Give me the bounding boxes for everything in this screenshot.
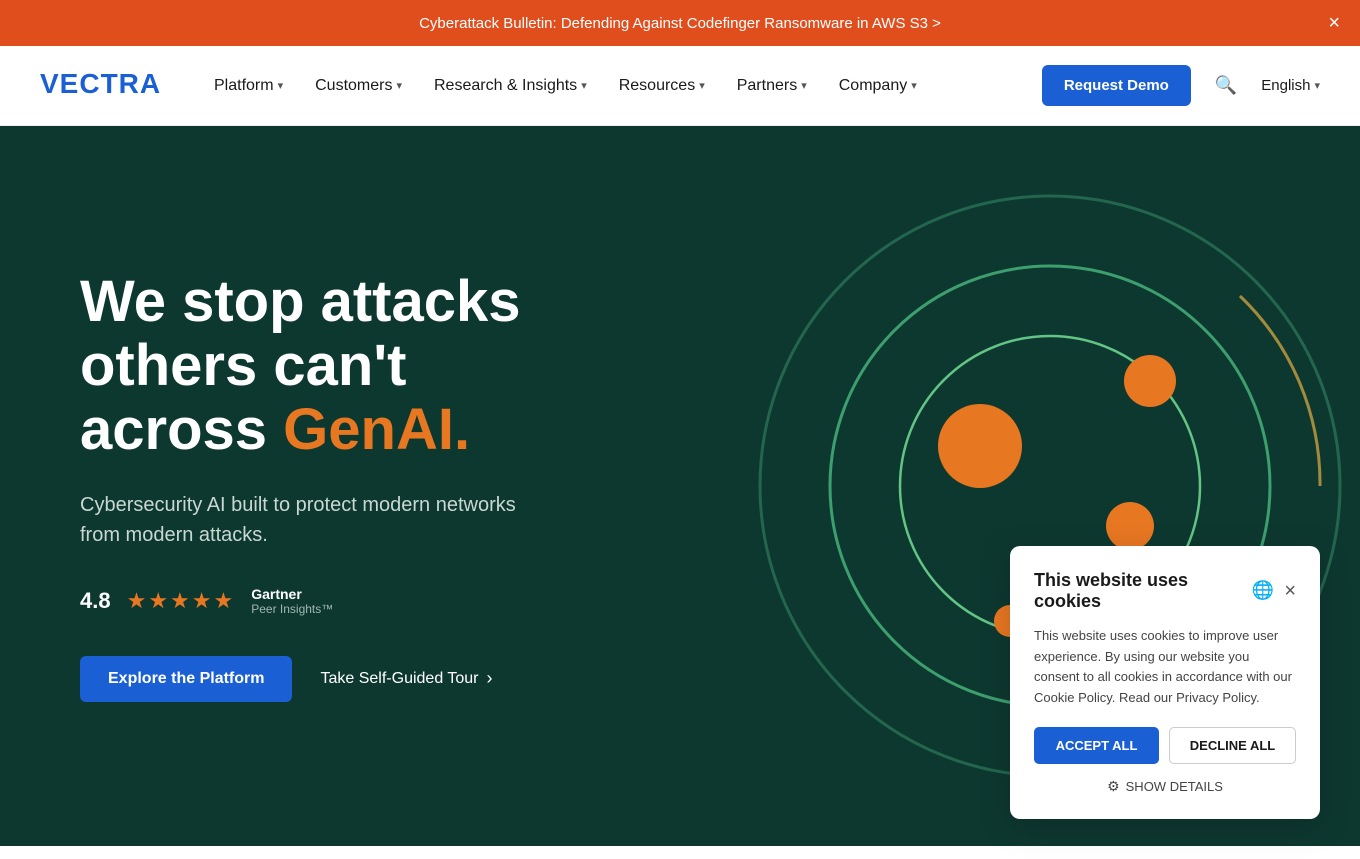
rating-row: 4.8 ★★★★★ Gartner Peer Insights™ xyxy=(80,586,560,616)
chevron-down-icon: ▾ xyxy=(801,79,807,92)
gartner-block: Gartner Peer Insights™ xyxy=(251,586,333,616)
cookie-title: This website uses cookies xyxy=(1034,570,1252,612)
svg-text:VECTRA: VECTRA xyxy=(40,68,160,99)
language-label: English xyxy=(1261,77,1310,94)
hero-subtitle: Cybersecurity AI built to protect modern… xyxy=(80,490,560,550)
accept-all-button[interactable]: ACCEPT ALL xyxy=(1034,727,1159,764)
hero-title-line1: We stop attacks xyxy=(80,269,521,334)
nav-customers-label: Customers xyxy=(315,77,392,95)
cta-row: Explore the Platform Take Self-Guided To… xyxy=(80,656,560,702)
banner-close-button[interactable]: × xyxy=(1328,13,1340,33)
show-details-label: SHOW DETAILS xyxy=(1126,779,1223,794)
request-demo-button[interactable]: Request Demo xyxy=(1042,65,1191,106)
chevron-down-icon: ▾ xyxy=(581,79,587,92)
nav-partners-label: Partners xyxy=(737,77,797,95)
nav-item-research[interactable]: Research & Insights ▾ xyxy=(420,69,601,103)
arrow-right-icon: › xyxy=(487,668,493,689)
hero-title-line2: others can't xyxy=(80,333,406,398)
tour-link-label: Take Self-Guided Tour xyxy=(320,670,478,688)
cookie-header: This website uses cookies 🌐 × xyxy=(1034,570,1296,612)
nav-right: Request Demo 🔍 English ▾ xyxy=(1042,65,1320,106)
navbar: VECTRA Platform ▾ Customers ▾ Research &… xyxy=(0,46,1360,126)
decline-all-button[interactable]: DECLINE ALL xyxy=(1169,727,1296,764)
cookie-banner: This website uses cookies 🌐 × This websi… xyxy=(1010,546,1320,819)
language-selector[interactable]: English ▾ xyxy=(1261,77,1320,94)
explore-platform-button[interactable]: Explore the Platform xyxy=(80,656,292,702)
search-icon: 🔍 xyxy=(1215,75,1237,95)
top-banner: Cyberattack Bulletin: Defending Against … xyxy=(0,0,1360,46)
cookie-close-button[interactable]: × xyxy=(1284,581,1296,601)
nav-research-label: Research & Insights xyxy=(434,77,577,95)
gartner-sub: Peer Insights™ xyxy=(251,602,333,616)
nav-item-partners[interactable]: Partners ▾ xyxy=(723,69,821,103)
star-rating: ★★★★★ xyxy=(127,588,236,614)
nav-item-customers[interactable]: Customers ▾ xyxy=(301,69,416,103)
hero-title-highlight: GenAI. xyxy=(283,397,470,462)
hero-title-line3-prefix: across xyxy=(80,397,283,462)
nav-links: Platform ▾ Customers ▾ Research & Insigh… xyxy=(200,69,1042,103)
logo[interactable]: VECTRA xyxy=(40,63,160,108)
nav-platform-label: Platform xyxy=(214,77,274,95)
nav-item-platform[interactable]: Platform ▾ xyxy=(200,69,297,103)
chevron-down-icon: ▾ xyxy=(278,79,284,92)
search-button[interactable]: 🔍 xyxy=(1207,67,1245,104)
gartner-name: Gartner xyxy=(251,586,333,602)
chevron-down-icon: ▾ xyxy=(699,79,705,92)
cookie-body: This website uses cookies to improve use… xyxy=(1034,626,1296,709)
hero-title: We stop attacks others can't across GenA… xyxy=(80,270,560,461)
gear-icon: ⚙ xyxy=(1107,778,1120,795)
chevron-down-icon: ▾ xyxy=(396,79,402,92)
rating-score: 4.8 xyxy=(80,588,111,614)
show-details-button[interactable]: ⚙ SHOW DETAILS xyxy=(1034,778,1296,795)
nav-resources-label: Resources xyxy=(619,77,695,95)
tour-link[interactable]: Take Self-Guided Tour › xyxy=(320,668,492,689)
hero-content: We stop attacks others can't across GenA… xyxy=(0,190,640,781)
nav-company-label: Company xyxy=(839,77,907,95)
nav-item-company[interactable]: Company ▾ xyxy=(825,69,931,103)
globe-icon: 🌐 xyxy=(1252,580,1274,601)
chevron-down-icon: ▾ xyxy=(1314,79,1320,92)
chevron-down-icon: ▾ xyxy=(911,79,917,92)
nav-item-resources[interactable]: Resources ▾ xyxy=(605,69,719,103)
cookie-header-icons: 🌐 × xyxy=(1252,580,1296,601)
cookie-buttons: ACCEPT ALL DECLINE ALL xyxy=(1034,727,1296,764)
banner-text[interactable]: Cyberattack Bulletin: Defending Against … xyxy=(419,15,941,32)
